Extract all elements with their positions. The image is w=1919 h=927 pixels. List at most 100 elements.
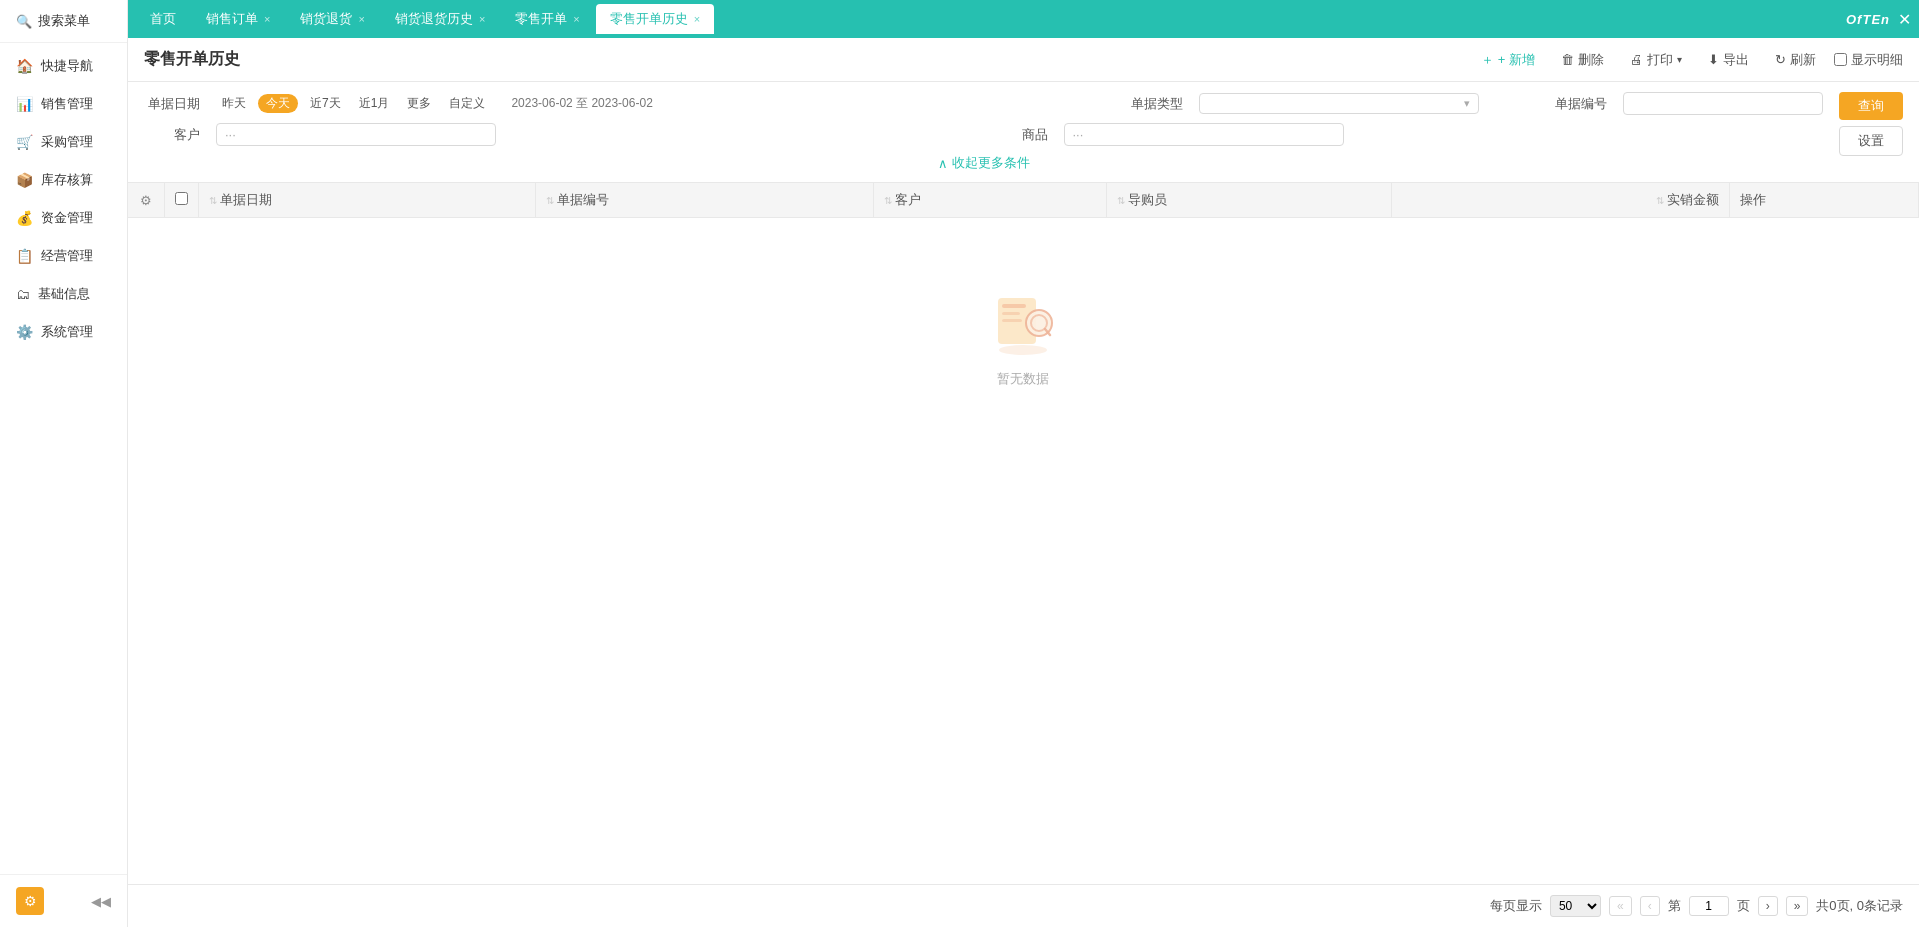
settings-button[interactable]: ⚙ bbox=[16, 887, 44, 915]
tab-close-sales-return-history[interactable]: × bbox=[479, 13, 485, 25]
chevron-down-icon: ▾ bbox=[1464, 97, 1470, 110]
sidebar-item-operations[interactable]: 📋经营管理 bbox=[0, 237, 127, 275]
sidebar-search[interactable]: 🔍 搜索菜单 bbox=[0, 0, 127, 43]
col-doc-no-label: 单据编号 bbox=[557, 191, 609, 209]
tab-retail-open[interactable]: 零售开单 × bbox=[501, 4, 593, 34]
tab-label-home: 首页 bbox=[150, 10, 176, 28]
top-nav-right: OfTEn ✕ bbox=[1846, 10, 1911, 29]
tab-sales-return-history[interactable]: 销货退货历史× bbox=[381, 4, 499, 34]
sidebar-item-label: 采购管理 bbox=[41, 133, 93, 151]
quick-nav-icon: 🏠 bbox=[16, 58, 33, 74]
sidebar-item-label: 系统管理 bbox=[41, 323, 93, 341]
date-option-今天[interactable]: 今天 bbox=[258, 94, 298, 113]
page-number-input[interactable] bbox=[1689, 896, 1729, 916]
col-checkbox[interactable] bbox=[164, 183, 198, 218]
export-button[interactable]: ⬇ 导出 bbox=[1700, 47, 1757, 73]
date-option-近1月[interactable]: 近1月 bbox=[353, 94, 396, 113]
sidebar-item-basic-info[interactable]: 🗂 基础信息 bbox=[0, 275, 127, 313]
col-doc-date[interactable]: ⇅ 单据日期 bbox=[198, 183, 536, 218]
sidebar-item-label: 基础信息 bbox=[38, 285, 90, 303]
page-of-label: 页 bbox=[1737, 897, 1750, 915]
doc-no-filter-label: 单据编号 bbox=[1551, 95, 1607, 113]
add-button[interactable]: ＋ + 新增 bbox=[1473, 47, 1543, 73]
col-customer-label: 客户 bbox=[895, 191, 921, 209]
print-button[interactable]: 🖨 打印 ▾ bbox=[1622, 47, 1690, 73]
close-window-icon[interactable]: ✕ bbox=[1898, 10, 1911, 29]
tab-retail-open-history[interactable]: 零售开单历史× bbox=[596, 4, 714, 34]
sidebar-item-purchase-mgmt[interactable]: 🛒采购管理 bbox=[0, 123, 127, 161]
gear-icon[interactable]: ⚙ bbox=[140, 193, 152, 208]
product-input[interactable]: ··· bbox=[1064, 123, 1344, 146]
query-button[interactable]: 查询 bbox=[1839, 92, 1903, 120]
col-settings[interactable]: ⚙ bbox=[128, 183, 164, 218]
col-customer-sort-icon: ⇅ bbox=[884, 195, 892, 206]
per-page-label: 每页显示 bbox=[1490, 897, 1542, 915]
tab-home[interactable]: 首页 bbox=[136, 4, 190, 34]
tab-close-sales-return[interactable]: × bbox=[358, 13, 364, 25]
add-icon: ＋ bbox=[1481, 51, 1494, 69]
tab-sales-order[interactable]: 销售订单 × bbox=[192, 4, 284, 34]
tab-label-retail-open: 零售开单 bbox=[515, 10, 567, 28]
total-info: 共0页, 0条记录 bbox=[1816, 897, 1903, 915]
col-doc-no[interactable]: ⇅ 单据编号 bbox=[536, 183, 874, 218]
customer-filter-label: 客户 bbox=[144, 126, 200, 144]
col-doc-date-sort-icon: ⇅ bbox=[209, 195, 217, 206]
tab-close-retail-open[interactable]: × bbox=[573, 13, 579, 25]
last-page-button[interactable]: » bbox=[1786, 896, 1809, 916]
sidebar-item-finance[interactable]: 💰资金管理 bbox=[0, 199, 127, 237]
select-all-checkbox[interactable] bbox=[175, 192, 188, 205]
operations-icon: 📋 bbox=[16, 248, 33, 264]
sidebar-item-inventory[interactable]: 📦库存核算 bbox=[0, 161, 127, 199]
col-guide[interactable]: ⇅ 导购员 bbox=[1106, 183, 1391, 218]
customer-input[interactable]: ··· bbox=[216, 123, 496, 146]
tab-close-sales-order[interactable]: × bbox=[264, 13, 270, 25]
doc-no-text-input[interactable] bbox=[1632, 96, 1814, 111]
tab-label-sales-order: 销售订单 bbox=[206, 10, 258, 28]
display-detail-checkbox[interactable] bbox=[1834, 53, 1847, 66]
sidebar-collapse-button[interactable]: ◀◀ bbox=[91, 894, 111, 909]
svg-point-0 bbox=[999, 345, 1047, 355]
first-page-button[interactable]: « bbox=[1609, 896, 1632, 916]
date-options: 昨天今天近7天近1月更多自定义 bbox=[216, 94, 491, 113]
delete-button[interactable]: 🗑 删除 bbox=[1553, 47, 1612, 73]
toolbar: 零售开单历史 ＋ + 新增 🗑 删除 🖨 打印 ▾ ⬇ 导出 ↻ 刷新 bbox=[128, 38, 1919, 82]
prev-page-button[interactable]: ‹ bbox=[1640, 896, 1660, 916]
next-page-button[interactable]: › bbox=[1758, 896, 1778, 916]
add-label: + 新增 bbox=[1498, 51, 1535, 69]
data-table: ⚙ ⇅ 单据日期 ⇅ bbox=[128, 183, 1919, 448]
refresh-label: 刷新 bbox=[1790, 51, 1816, 69]
date-option-昨天[interactable]: 昨天 bbox=[216, 94, 252, 113]
delete-icon: 🗑 bbox=[1561, 52, 1574, 67]
col-action-label: 操作 bbox=[1740, 192, 1766, 207]
refresh-button[interactable]: ↻ 刷新 bbox=[1767, 47, 1824, 73]
col-customer[interactable]: ⇅ 客户 bbox=[873, 183, 1106, 218]
sidebar: 🔍 搜索菜单 🏠快捷导航📊销售管理🛒采购管理📦库存核算💰资金管理📋经营管理 🗂 基础… bbox=[0, 0, 128, 927]
top-nav: 首页销售订单×销货退货×销货退货历史×零售开单×零售开单历史× OfTEn ✕ bbox=[128, 0, 1919, 38]
per-page-select[interactable]: 102050100 bbox=[1550, 895, 1601, 917]
tab-label-sales-return: 销货退货 bbox=[300, 10, 352, 28]
col-actual-amount[interactable]: ⇅ 实销金额 bbox=[1392, 183, 1730, 218]
col-doc-date-label: 单据日期 bbox=[220, 191, 272, 209]
collapse-more-btn[interactable]: ∧ 收起更多条件 bbox=[144, 154, 1823, 172]
tab-close-retail-open-history[interactable]: × bbox=[694, 13, 700, 25]
sidebar-menu: 🏠快捷导航📊销售管理🛒采购管理📦库存核算💰资金管理📋经营管理 🗂 基础信息 ⚙️系统管… bbox=[0, 43, 127, 874]
inventory-icon: 📦 bbox=[16, 172, 33, 188]
sidebar-item-quick-nav[interactable]: 🏠快捷导航 bbox=[0, 47, 127, 85]
tab-sales-return[interactable]: 销货退货 × bbox=[286, 4, 378, 34]
doc-type-select[interactable]: ▾ bbox=[1199, 93, 1479, 114]
sidebar-item-sales-mgmt[interactable]: 📊销售管理 bbox=[0, 85, 127, 123]
filter-settings-button[interactable]: 设置 bbox=[1839, 126, 1903, 156]
date-option-近7天[interactable]: 近7天 bbox=[304, 94, 347, 113]
basic-info-icon: 🗂 bbox=[16, 286, 30, 302]
display-detail-toggle[interactable]: 显示明细 bbox=[1834, 51, 1903, 69]
date-range-text: 2023-06-02 至 2023-06-02 bbox=[511, 95, 652, 112]
date-option-自定义[interactable]: 自定义 bbox=[443, 94, 491, 113]
sidebar-footer: ⚙ ◀◀ bbox=[0, 874, 127, 927]
collapse-label: 收起更多条件 bbox=[952, 154, 1030, 172]
sidebar-item-sys-mgmt[interactable]: ⚙️系统管理 bbox=[0, 313, 127, 351]
sidebar-item-label: 销售管理 bbox=[41, 95, 93, 113]
doc-no-input[interactable] bbox=[1623, 92, 1823, 115]
date-option-更多[interactable]: 更多 bbox=[401, 94, 437, 113]
search-icon: 🔍 bbox=[16, 14, 32, 29]
finance-icon: 💰 bbox=[16, 210, 33, 226]
